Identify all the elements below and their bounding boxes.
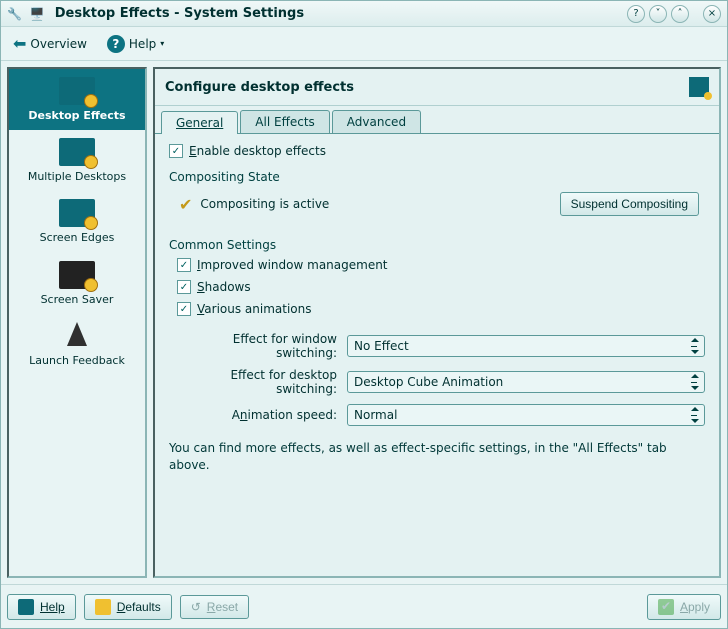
- content-panel: Configure desktop effects General All Ef…: [153, 67, 721, 578]
- effects-hint: You can find more effects, as well as ef…: [169, 440, 705, 474]
- various-checkbox[interactable]: ✓: [177, 302, 191, 316]
- window-title: Desktop Effects - System Settings: [55, 6, 623, 21]
- compositing-title: Compositing State: [169, 170, 705, 184]
- screen-edges-icon: [59, 199, 95, 227]
- defaults-icon: [95, 599, 111, 615]
- header-icon: [689, 77, 709, 97]
- anim-speed-select[interactable]: Normal: [347, 404, 705, 426]
- window-switch-select[interactable]: No Effect: [347, 335, 705, 357]
- tab-general[interactable]: General: [161, 111, 238, 134]
- sidebar-item-label: Multiple Desktops: [28, 170, 126, 183]
- tab-body: ✓ Enable desktop effects Compositing Sta…: [155, 134, 719, 576]
- improved-row: ✓ Improved window management: [177, 258, 705, 272]
- sidebar-item-launch-feedback[interactable]: Launch Feedback: [9, 314, 145, 375]
- window-switch-label: Effect for window switching:: [169, 332, 337, 360]
- footer-defaults-button[interactable]: Defaults: [84, 594, 172, 620]
- content-header: Configure desktop effects: [155, 69, 719, 106]
- sidebar-item-multiple-desktops[interactable]: Multiple Desktops: [9, 130, 145, 191]
- improved-label: Improved window management: [197, 258, 388, 272]
- overview-button[interactable]: ⬅ Overview: [9, 32, 91, 55]
- sidebar-item-screen-saver[interactable]: Screen Saver: [9, 253, 145, 314]
- tab-bar: General All Effects Advanced: [155, 106, 719, 134]
- shadows-row: ✓ Shadows: [177, 280, 705, 294]
- check-icon: ✔: [179, 195, 192, 214]
- desktop-switch-select[interactable]: Desktop Cube Animation: [347, 371, 705, 393]
- enable-effects-row: ✓ Enable desktop effects: [169, 144, 705, 158]
- desktop-effects-icon: [59, 77, 95, 105]
- enable-effects-checkbox[interactable]: ✓: [169, 144, 183, 158]
- reset-icon: ↺: [191, 600, 201, 614]
- help-label: Help: [129, 37, 156, 51]
- window-switch-row: Effect for window switching: No Effect: [169, 332, 705, 360]
- shadows-label: Shadows: [197, 280, 251, 294]
- common-settings-title: Common Settings: [169, 238, 705, 252]
- sidebar-item-screen-edges[interactable]: Screen Edges: [9, 191, 145, 252]
- overview-label: Overview: [30, 37, 87, 51]
- anim-speed-label: Animation speed:: [169, 408, 337, 422]
- sidebar-item-label: Screen Edges: [40, 231, 115, 244]
- close-button[interactable]: ×: [703, 5, 721, 23]
- main-row: Desktop Effects Multiple Desktops Screen…: [1, 61, 727, 584]
- sidebar: Desktop Effects Multiple Desktops Screen…: [7, 67, 147, 578]
- shadows-checkbox[interactable]: ✓: [177, 280, 191, 294]
- window: 🔧 🖥️ Desktop Effects - System Settings ?…: [0, 0, 728, 629]
- various-label: Various animations: [197, 302, 312, 316]
- improved-checkbox[interactable]: ✓: [177, 258, 191, 272]
- suspend-compositing-button[interactable]: Suspend Compositing: [560, 192, 699, 216]
- maximize-button[interactable]: ˄: [671, 5, 689, 23]
- sidebar-item-label: Screen Saver: [41, 293, 114, 306]
- various-row: ✓ Various animations: [177, 302, 705, 316]
- monitor-icon: 🖥️: [30, 7, 45, 21]
- anim-speed-row: Animation speed: Normal: [169, 404, 705, 426]
- sidebar-item-label: Desktop Effects: [28, 109, 125, 122]
- titlebar: 🔧 🖥️ Desktop Effects - System Settings ?…: [1, 1, 727, 27]
- help-menu-button[interactable]: ? Help ▾: [103, 33, 168, 55]
- toolbar: ⬅ Overview ? Help ▾: [1, 27, 727, 61]
- sidebar-item-desktop-effects[interactable]: Desktop Effects: [9, 69, 145, 130]
- enable-effects-label: Enable desktop effects: [189, 144, 326, 158]
- multiple-desktops-icon: [59, 138, 95, 166]
- page-title: Configure desktop effects: [165, 80, 354, 95]
- compositing-status-row: ✔ Compositing is active Suspend Composit…: [169, 190, 705, 224]
- chevron-down-icon: ▾: [160, 39, 164, 48]
- app-icons: 🔧 🖥️: [7, 7, 49, 21]
- help-icon: ?: [107, 35, 125, 53]
- compositing-fieldset: Compositing State ✔ Compositing is activ…: [169, 166, 705, 234]
- screen-saver-icon: [59, 261, 95, 289]
- footer-help-button[interactable]: Help: [7, 594, 76, 620]
- footer-reset-button[interactable]: ↺ Reset: [180, 595, 249, 619]
- sidebar-item-label: Launch Feedback: [29, 354, 125, 367]
- footer: Help Defaults ↺ Reset ✔ Apply: [1, 584, 727, 628]
- wrench-icon: 🔧: [7, 7, 22, 21]
- apply-icon: ✔: [658, 599, 674, 615]
- back-arrow-icon: ⬅: [13, 34, 26, 53]
- common-settings-fieldset: Common Settings ✓ Improved window manage…: [169, 234, 705, 484]
- desktop-switch-label: Effect for desktop switching:: [169, 368, 337, 396]
- rocket-icon: [59, 322, 95, 350]
- help-book-icon: [18, 599, 34, 615]
- footer-apply-button[interactable]: ✔ Apply: [647, 594, 721, 620]
- minimize-button[interactable]: ˅: [649, 5, 667, 23]
- tab-advanced[interactable]: Advanced: [332, 110, 421, 133]
- desktop-switch-row: Effect for desktop switching: Desktop Cu…: [169, 368, 705, 396]
- tab-all-effects[interactable]: All Effects: [240, 110, 329, 133]
- help-titlebar-button[interactable]: ?: [627, 5, 645, 23]
- compositing-status: Compositing is active: [200, 197, 329, 211]
